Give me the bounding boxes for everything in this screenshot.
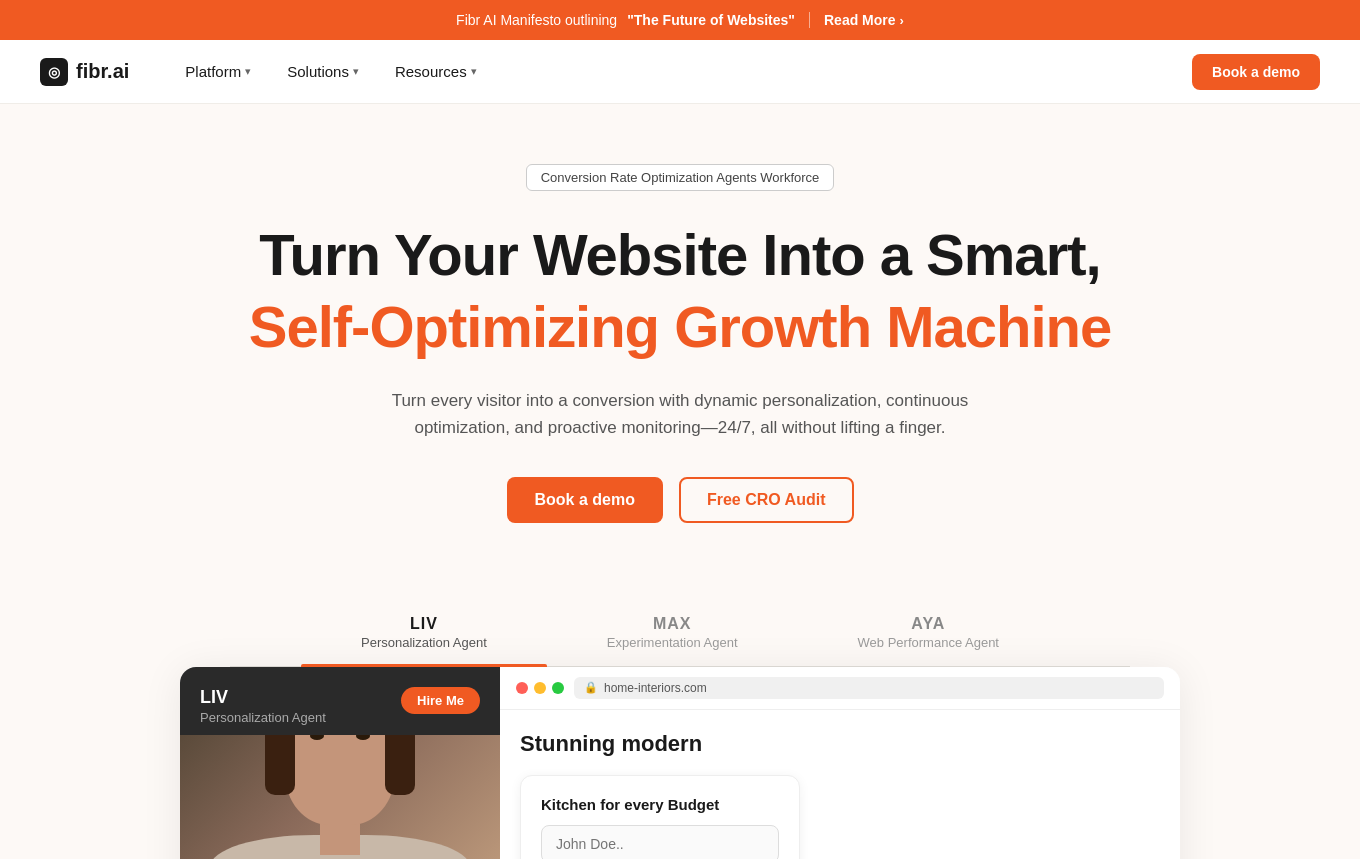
browser-bar: 🔒 home-interiors.com — [500, 667, 1180, 710]
browser-mockup: 🔒 home-interiors.com Stunning modern Kit… — [500, 667, 1180, 859]
logo-link[interactable]: ◎ fibr.ai — [40, 58, 129, 86]
agent-card-left: LIV Personalization Agent Hire Me — [180, 667, 500, 859]
top-banner: Fibr AI Manifesto outlining "The Future … — [0, 0, 1360, 40]
hire-me-button[interactable]: Hire Me — [401, 687, 480, 714]
agent-tab-max-role: Experimentation Agent — [607, 635, 738, 650]
traffic-light-red — [516, 682, 528, 694]
hero-book-demo-button[interactable]: Book a demo — [507, 477, 663, 523]
agent-tab-max[interactable]: MAX Experimentation Agent — [547, 603, 798, 666]
logo-icon: ◎ — [40, 58, 68, 86]
banner-arrow-icon: › — [900, 13, 904, 28]
nav-solutions-label: Solutions — [287, 63, 349, 80]
hero-badge: Conversion Rate Optimization Agents Work… — [526, 164, 835, 191]
agent-name-block: LIV Personalization Agent — [200, 687, 326, 725]
hero-title-line1: Turn Your Website Into a Smart, — [259, 223, 1100, 287]
agent-tab-aya[interactable]: AYA Web Performance Agent — [798, 603, 1059, 666]
agents-tabs: LIV Personalization Agent MAX Experiment… — [230, 603, 1130, 667]
chevron-down-icon: ▾ — [353, 65, 359, 78]
agent-card-header: LIV Personalization Agent Hire Me — [180, 667, 500, 735]
browser-content: Stunning modern Kitchen for every Budget — [500, 710, 1180, 859]
chevron-down-icon: ▾ — [245, 65, 251, 78]
nav-links: Platform ▾ Solutions ▾ Resources ▾ — [169, 55, 1192, 88]
hero-free-audit-button[interactable]: Free CRO Audit — [679, 477, 854, 523]
site-url: home-interiors.com — [604, 681, 707, 695]
card-title: Kitchen for every Budget — [541, 796, 779, 813]
navbar: ◎ fibr.ai Platform ▾ Solutions ▾ Resourc… — [0, 40, 1360, 104]
banner-read-more-link[interactable]: Read More › — [824, 12, 904, 28]
nav-item-platform[interactable]: Platform ▾ — [169, 55, 267, 88]
agent-photo — [180, 735, 500, 859]
logo-text: fibr.ai — [76, 60, 129, 83]
hero-buttons: Book a demo Free CRO Audit — [507, 477, 854, 523]
card-input-field[interactable] — [541, 825, 779, 859]
agent-tab-aya-role: Web Performance Agent — [858, 635, 999, 650]
banner-read-more-label: Read More — [824, 12, 896, 28]
site-content-title: Stunning modern — [520, 730, 1160, 759]
site-content-card: Kitchen for every Budget — [520, 775, 800, 859]
traffic-lights — [516, 682, 564, 694]
hero-subtitle: Turn every visitor into a conversion wit… — [380, 387, 980, 441]
banner-divider — [809, 12, 810, 28]
traffic-light-green — [552, 682, 564, 694]
nav-book-demo-button[interactable]: Book a demo — [1192, 54, 1320, 90]
nav-item-resources[interactable]: Resources ▾ — [379, 55, 493, 88]
nav-resources-label: Resources — [395, 63, 467, 80]
agent-role: Personalization Agent — [200, 710, 326, 725]
agent-tab-aya-name: AYA — [911, 615, 945, 633]
agent-name: LIV — [200, 687, 326, 708]
lock-icon: 🔒 — [584, 681, 598, 694]
hero-title-line2: Self-Optimizing Growth Machine — [249, 295, 1112, 359]
traffic-light-yellow — [534, 682, 546, 694]
banner-highlight-text: "The Future of Websites" — [627, 12, 795, 28]
chevron-down-icon: ▾ — [471, 65, 477, 78]
nav-platform-label: Platform — [185, 63, 241, 80]
hero-section: Conversion Rate Optimization Agents Work… — [0, 104, 1360, 563]
agent-tab-max-name: MAX — [653, 615, 692, 633]
banner-prefix-text: Fibr AI Manifesto outlining — [456, 12, 617, 28]
agent-preview-card: LIV Personalization Agent Hire Me — [180, 667, 1180, 859]
agent-tab-liv[interactable]: LIV Personalization Agent — [301, 603, 547, 666]
nav-item-solutions[interactable]: Solutions ▾ — [271, 55, 375, 88]
url-bar: 🔒 home-interiors.com — [574, 677, 1164, 699]
agent-tab-liv-role: Personalization Agent — [361, 635, 487, 650]
agents-section: LIV Personalization Agent MAX Experiment… — [0, 563, 1360, 859]
agent-tab-liv-name: LIV — [410, 615, 438, 633]
